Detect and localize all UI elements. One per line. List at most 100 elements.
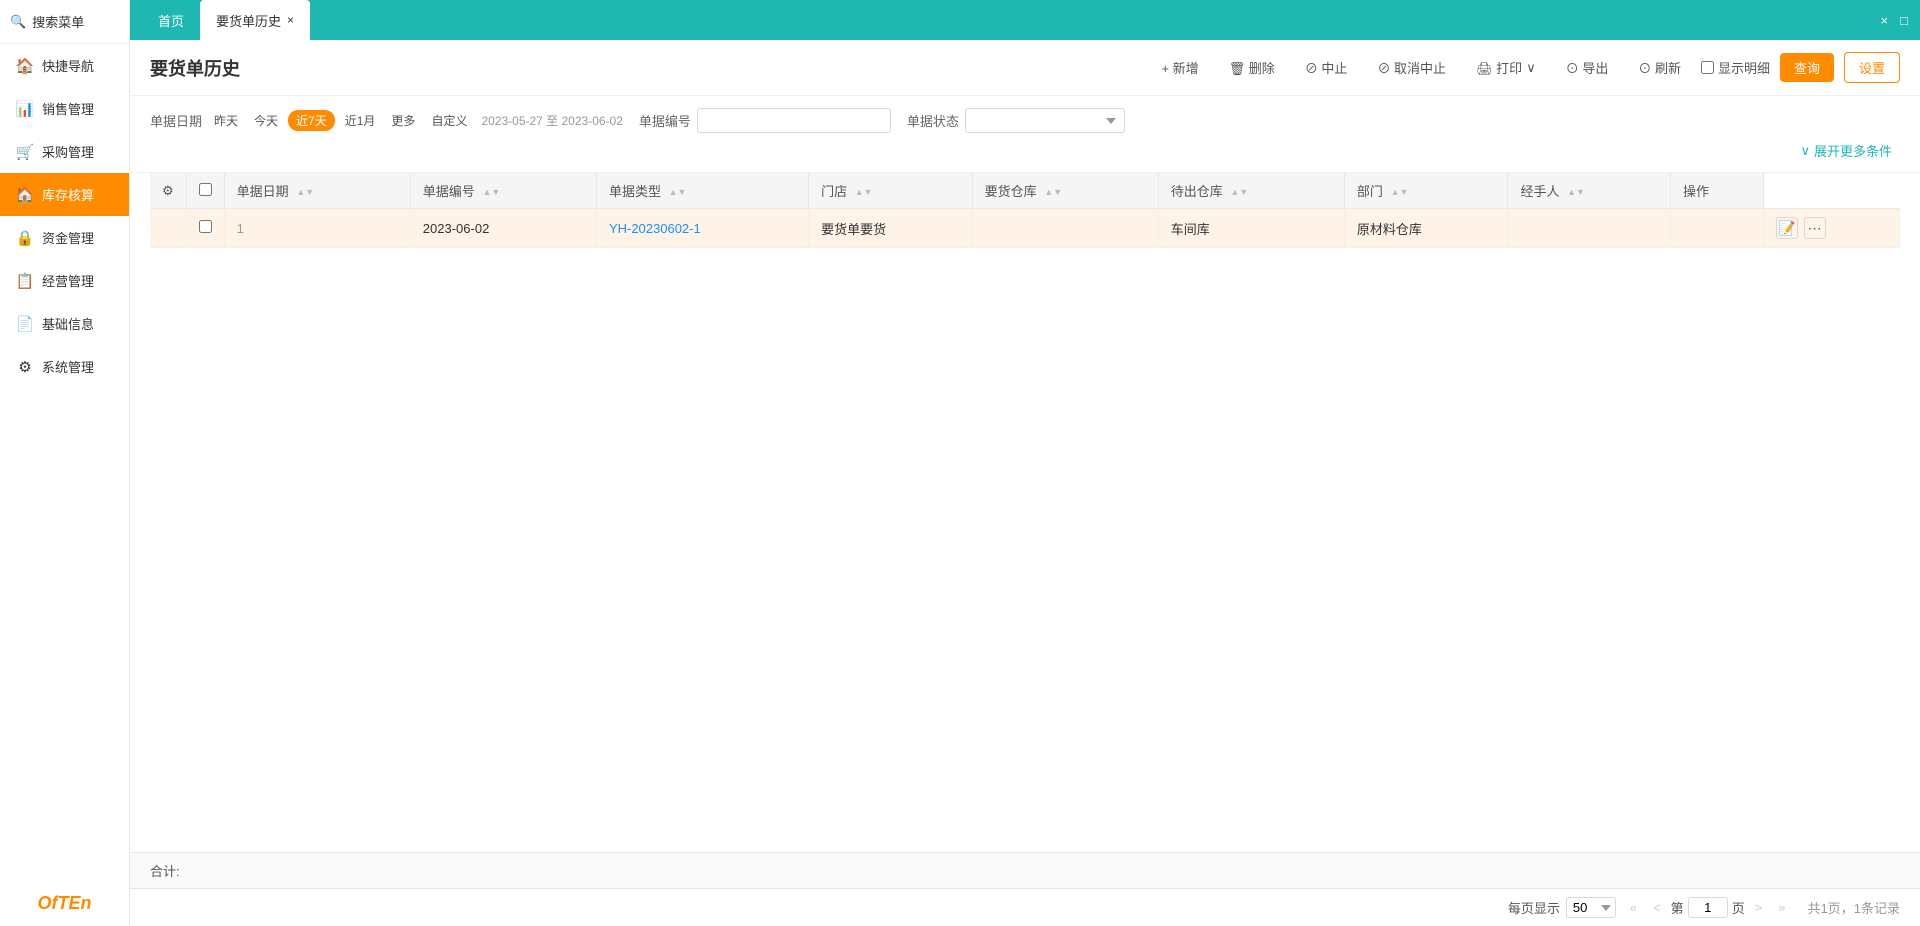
sort-icon: ▲▼ (1567, 188, 1585, 197)
doc-status-select[interactable] (965, 108, 1125, 133)
gear-icon: ⚙ (16, 358, 34, 376)
page-header: 要货单历史 + 新增 🗑 删除 ⊘ 中止 ⊘ 取消中止 🖨 打印 ∨ ⊙ 导出 … (130, 40, 1920, 96)
topbar-maximize-btn[interactable]: □ (1900, 13, 1908, 28)
pagination: 每页显示 50 10 20 100 « < 第 页 > » 共1页，1条记录 (130, 888, 1920, 926)
stop-button[interactable]: ⊘ 中止 (1295, 53, 1358, 82)
doc-number-link[interactable]: YH-20230602-1 (609, 221, 701, 236)
cell-department (1508, 209, 1671, 248)
select-all-checkbox[interactable] (199, 183, 212, 196)
delete-button[interactable]: 🗑 删除 (1219, 53, 1285, 82)
col-req-warehouse[interactable]: 要货仓库 ▲▼ (972, 173, 1158, 209)
new-button[interactable]: + 新增 (1151, 53, 1208, 82)
sort-icon: ▲▼ (482, 188, 500, 197)
sidebar-item-label: 经营管理 (42, 271, 94, 290)
sidebar-item-label: 基础信息 (42, 314, 94, 333)
display-detail-toggle[interactable]: 显示明细 (1701, 58, 1770, 77)
cell-checkbox[interactable] (186, 209, 224, 248)
per-page-select[interactable]: 50 10 20 100 (1566, 897, 1616, 918)
filter-dates: 昨天 今天 近7天 近1月 更多 自定义 2023-05-27 至 2023-0… (208, 110, 623, 131)
cell-pending-warehouse: 原材料仓库 (1344, 209, 1508, 248)
date-btn-more[interactable]: 更多 (385, 110, 421, 131)
query-button[interactable]: 查询 (1780, 53, 1834, 82)
row-checkbox[interactable] (199, 220, 212, 233)
table-area: ⚙ 单据日期 ▲▼ 单据编号 ▲▼ 单据类型 (130, 173, 1920, 852)
first-page-button[interactable]: « (1624, 898, 1643, 917)
col-department[interactable]: 部门 ▲▼ (1344, 173, 1508, 209)
main-area: 首页 要货单历史 × × □ 要货单历史 + 新增 🗑 删除 ⊘ 中止 ⊘ 取消… (130, 0, 1920, 926)
date-btn-yesterday[interactable]: 昨天 (208, 110, 244, 131)
expand-more-icon: ∨ (1800, 143, 1810, 159)
print-button[interactable]: 🖨 打印 ∨ (1466, 53, 1546, 82)
tab-home[interactable]: 首页 (142, 0, 200, 40)
chart-icon: 📊 (16, 100, 34, 118)
sort-icon: ▲▼ (855, 188, 873, 197)
col-doc-number[interactable]: 单据编号 ▲▼ (410, 173, 596, 209)
sidebar-item-sales[interactable]: 📊 销售管理 (0, 87, 129, 130)
cancel-stop-button[interactable]: ⊘ 取消中止 (1367, 53, 1456, 82)
page-label: 第 (1671, 898, 1684, 917)
cell-settings (150, 209, 186, 248)
sort-icon: ▲▼ (1044, 188, 1062, 197)
sidebar-item-finance[interactable]: 🔒 资金管理 (0, 216, 129, 259)
sort-icon: ▲▼ (669, 188, 687, 197)
per-page-label: 每页显示 (1508, 898, 1560, 917)
export-button[interactable]: ⊙ 导出 (1556, 53, 1619, 82)
sidebar-item-inventory[interactable]: 🏠 库存核算 (0, 173, 129, 216)
total-info: 共1页，1条记录 (1808, 898, 1900, 917)
content: 要货单历史 + 新增 🗑 删除 ⊘ 中止 ⊘ 取消中止 🖨 打印 ∨ ⊙ 导出 … (130, 40, 1920, 926)
sidebar-search[interactable]: 🔍 搜索菜单 (0, 0, 129, 44)
inventory-icon: 🏠 (16, 186, 34, 204)
print-label: 🖨 打印 (1476, 58, 1522, 77)
col-action: 操作 (1670, 173, 1763, 209)
brand-logo: OfTEn (0, 881, 129, 926)
sidebar-item-label: 采购管理 (42, 142, 94, 161)
cell-store (972, 209, 1158, 248)
date-btn-last-month[interactable]: 近1月 (339, 110, 382, 131)
doc-number-label: 单据编号 (639, 111, 691, 130)
doc-status-label: 单据状态 (907, 111, 959, 130)
tab-close-icon[interactable]: × (287, 13, 294, 27)
edit-action-icon[interactable]: 📝 (1776, 217, 1798, 239)
col-doc-type[interactable]: 单据类型 ▲▼ (596, 173, 808, 209)
prev-page-button[interactable]: < (1647, 898, 1667, 917)
settings-button[interactable]: 设置 (1844, 52, 1900, 83)
date-btn-today[interactable]: 今天 (248, 110, 284, 131)
sort-icon: ▲▼ (1391, 188, 1409, 197)
col-store[interactable]: 门店 ▲▼ (809, 173, 973, 209)
action-icons: 📝 ⋯ (1776, 217, 1887, 239)
col-checkbox[interactable] (186, 173, 224, 209)
date-btn-custom[interactable]: 自定义 (425, 110, 473, 131)
topbar-close-btn[interactable]: × (1881, 13, 1889, 28)
tab-active-label: 要货单历史 (216, 11, 281, 30)
expand-more-button[interactable]: ∨ 展开更多条件 (1792, 137, 1900, 164)
more-action-icon[interactable]: ⋯ (1804, 217, 1826, 239)
display-detail-checkbox[interactable] (1701, 61, 1714, 74)
col-settings[interactable]: ⚙ (150, 173, 186, 209)
cell-doc-date: 2023-06-02 (410, 209, 596, 248)
sort-icon: ▲▼ (296, 188, 314, 197)
sidebar-item-shortcut[interactable]: 🏠 快捷导航 (0, 44, 129, 87)
next-page-button[interactable]: > (1749, 898, 1769, 917)
refresh-button[interactable]: ⊙ 刷新 (1628, 53, 1691, 82)
sidebar-item-label: 资金管理 (42, 228, 94, 247)
sidebar-item-purchase[interactable]: 🛒 采购管理 (0, 130, 129, 173)
col-doc-date[interactable]: 单据日期 ▲▼ (224, 173, 410, 209)
col-pending-warehouse[interactable]: 待出仓库 ▲▼ (1158, 173, 1344, 209)
sidebar-item-system[interactable]: ⚙ 系统管理 (0, 345, 129, 388)
table-row: 1 2023-06-02 YH-20230602-1 要货单要货 车间库 原材料… (150, 209, 1900, 248)
search-icon: 🔍 (10, 14, 26, 30)
col-handler[interactable]: 经手人 ▲▼ (1508, 173, 1671, 209)
tab-active[interactable]: 要货单历史 × (200, 0, 310, 40)
date-btn-last7days[interactable]: 近7天 (288, 110, 335, 131)
footer-total-label: 合计: (150, 861, 180, 880)
sidebar-item-basic[interactable]: 📄 基础信息 (0, 302, 129, 345)
page-input[interactable] (1688, 897, 1728, 918)
doc-number-filter: 单据编号 (639, 108, 891, 133)
doc-number-input[interactable] (697, 108, 891, 133)
data-table: ⚙ 单据日期 ▲▼ 单据编号 ▲▼ 单据类型 (150, 173, 1900, 248)
sidebar-item-operation[interactable]: 📋 经营管理 (0, 259, 129, 302)
page-title: 要货单历史 (150, 55, 1151, 81)
last-page-button[interactable]: » (1772, 898, 1791, 917)
filter-area: 单据日期 昨天 今天 近7天 近1月 更多 自定义 2023-05-27 至 2… (130, 96, 1920, 173)
page-nav: « < 第 页 > » (1624, 897, 1792, 918)
